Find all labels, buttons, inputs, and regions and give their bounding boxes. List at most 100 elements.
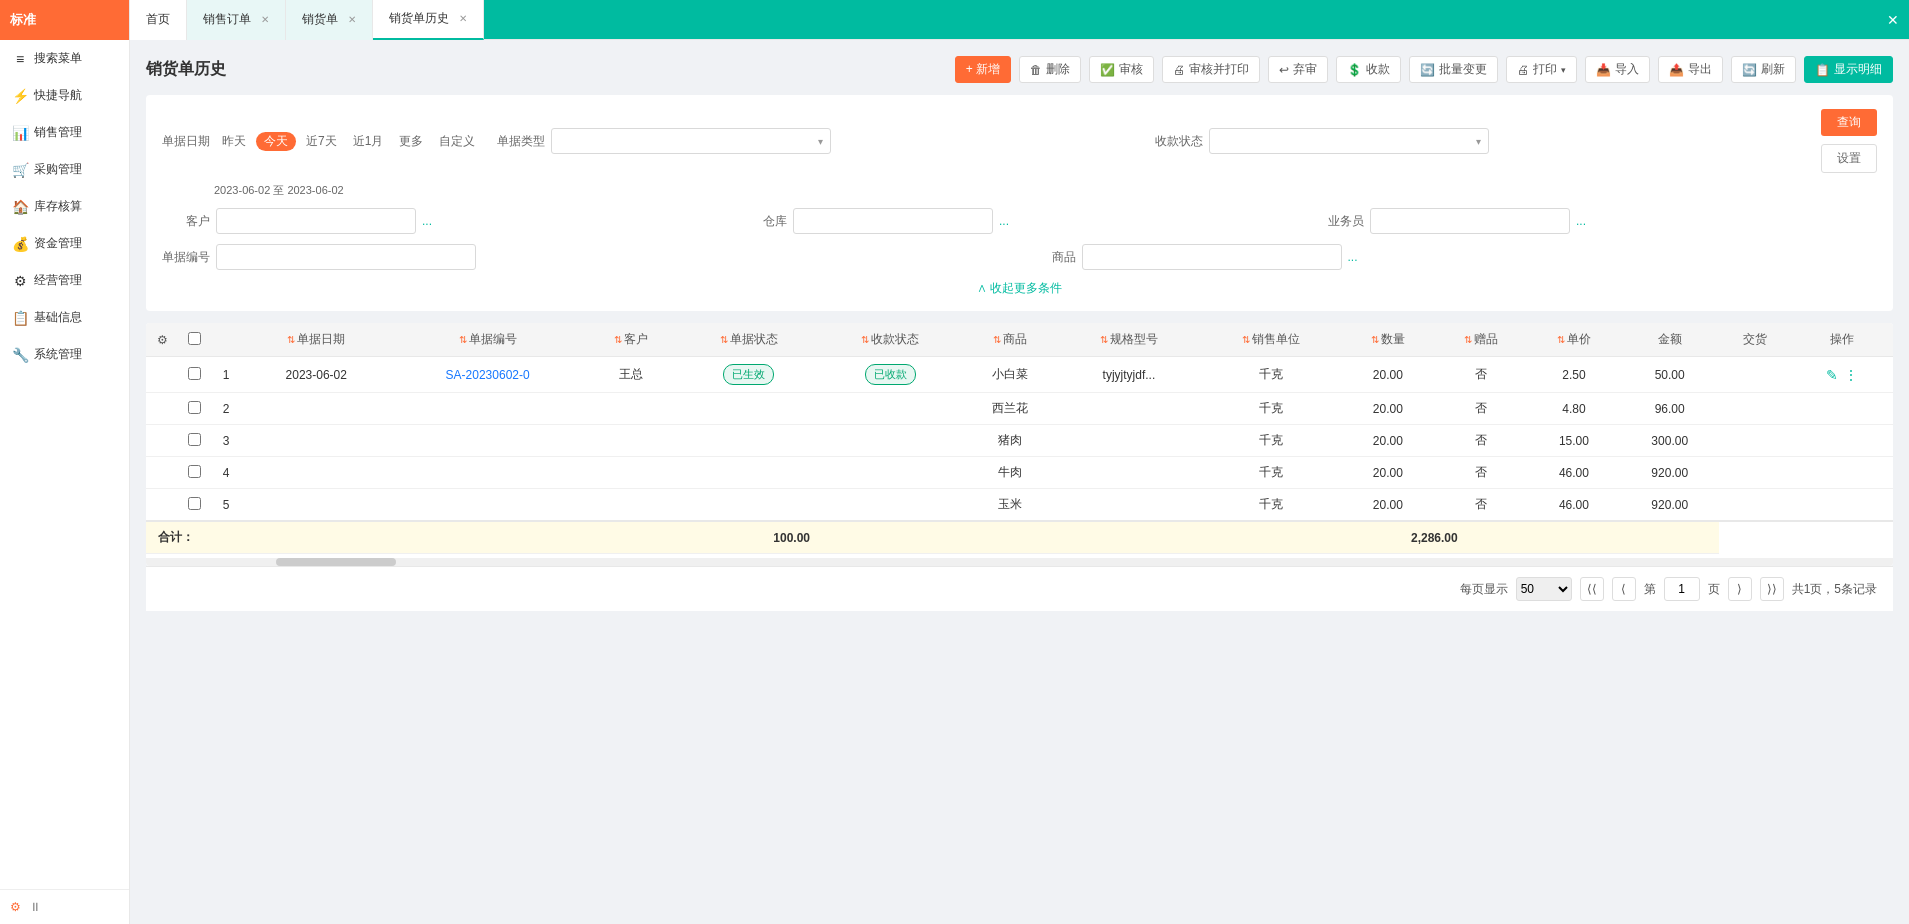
sidebar-item-inventory[interactable]: 🏠 库存核算 [0,188,129,225]
tab-close-sales-delivery[interactable]: ✕ [348,14,356,25]
warehouse-ellipsis[interactable]: ... [999,214,1009,228]
goods-cell: 西兰花 [961,393,1058,425]
doc-number-link[interactable]: SA-20230602-0 [446,368,530,382]
sidebar-bottom-icon2[interactable]: ⏸ [29,900,41,914]
tab-home[interactable]: 首页 [130,0,187,40]
delete-button[interactable]: 🗑 删除 [1019,56,1081,83]
customer-input[interactable] [216,208,416,234]
sidebar-bottom-icon1[interactable]: ⚙ [10,900,21,914]
doc-number-cell[interactable] [390,393,584,425]
sidebar-item-quick-nav[interactable]: ⚡ 快捷导航 [0,77,129,114]
horizontal-scrollbar[interactable] [146,558,1893,566]
export-button[interactable]: 📤 导出 [1658,56,1723,83]
col-doc-number[interactable]: ⇅单据编号 [390,323,584,357]
per-page-select[interactable]: 50 100 200 [1516,577,1572,601]
checkbox-cell[interactable] [178,357,210,393]
doc-number-cell[interactable] [390,425,584,457]
warehouse-input[interactable] [793,208,993,234]
next-page-button[interactable]: ⟩ [1728,577,1752,601]
doc-number-input[interactable] [216,244,476,270]
sidebar-item-operations-mgmt[interactable]: ⚙ 经营管理 [0,262,129,299]
date-btn-1month[interactable]: 近1月 [347,132,390,151]
collect-button[interactable]: 💲 收款 [1336,56,1401,83]
action-cell[interactable] [1792,489,1893,522]
tab-bar-close[interactable]: ✕ [1887,12,1909,28]
sidebar-item-search-menu[interactable]: ≡ 搜索菜单 [0,40,129,77]
checkbox-cell[interactable] [178,489,210,522]
prev-page-button[interactable]: ⟨ [1612,577,1636,601]
action-cell[interactable] [1792,457,1893,489]
col-gift[interactable]: ⇅赠品 [1434,323,1527,357]
collapse-link[interactable]: ∧ 收起更多条件 [162,280,1877,297]
row-checkbox[interactable] [188,465,201,478]
goods-ellipsis[interactable]: ... [1348,250,1358,264]
action-cell[interactable] [1792,425,1893,457]
col-collect-status[interactable]: ⇅收款状态 [819,323,961,357]
action-cell[interactable]: ✎⋮ [1792,357,1893,393]
col-doc-status[interactable]: ⇅单据状态 [678,323,820,357]
page-input[interactable] [1664,577,1700,601]
col-goods[interactable]: ⇅商品 [961,323,1058,357]
select-all-checkbox[interactable] [188,332,201,345]
doc-number-cell[interactable] [390,489,584,522]
col-settings[interactable]: ⚙ [146,323,178,357]
tab-label: 首页 [146,11,170,28]
row-checkbox[interactable] [188,433,201,446]
sidebar-item-sales-mgmt[interactable]: 📊 销售管理 [0,114,129,151]
tab-sales-delivery[interactable]: 销货单 ✕ [286,0,373,40]
new-button[interactable]: + 新增 [955,56,1011,83]
row-checkbox[interactable] [188,497,201,510]
date-btn-custom[interactable]: 自定义 [433,132,481,151]
import-button[interactable]: 📥 导入 [1585,56,1650,83]
col-customer[interactable]: ⇅客户 [585,323,678,357]
edit-icon[interactable]: ✎ [1826,367,1838,383]
salesperson-ellipsis[interactable]: ... [1576,214,1586,228]
checkbox-cell[interactable] [178,457,210,489]
settings-cell [146,489,178,522]
show-detail-button[interactable]: 📋 显示明细 [1804,56,1893,83]
query-button[interactable]: 查询 [1821,109,1877,136]
salesperson-input[interactable] [1370,208,1570,234]
doc-number-cell[interactable] [390,457,584,489]
more-icon[interactable]: ⋮ [1844,367,1858,383]
tab-sales-history[interactable]: 销货单历史 ✕ [373,0,484,40]
doc-status-cell [678,425,820,457]
tab-sales-order[interactable]: 销售订单 ✕ [187,0,286,40]
checkbox-cell[interactable] [178,393,210,425]
doc-type-select[interactable] [551,128,831,154]
date-btn-7days[interactable]: 近7天 [300,132,343,151]
sidebar-item-purchase-mgmt[interactable]: 🛒 采购管理 [0,151,129,188]
abandon-button[interactable]: ↩ 弃审 [1268,56,1328,83]
customer-ellipsis[interactable]: ... [422,214,432,228]
spec-cell [1058,425,1200,457]
col-doc-date[interactable]: ⇅单据日期 [242,323,390,357]
setting-button[interactable]: 设置 [1821,144,1877,173]
tab-close-sales-history[interactable]: ✕ [459,13,467,24]
collect-status-select[interactable] [1209,128,1489,154]
action-cell[interactable] [1792,393,1893,425]
row-checkbox[interactable] [188,367,201,380]
audit-print-button[interactable]: 🖨 审核并打印 [1162,56,1260,83]
sidebar-item-finance-mgmt[interactable]: 💰 资金管理 [0,225,129,262]
doc-number-cell[interactable]: SA-20230602-0 [390,357,584,393]
audit-button[interactable]: ✅ 审核 [1089,56,1154,83]
date-btn-more[interactable]: 更多 [393,132,429,151]
col-quantity[interactable]: ⇅数量 [1341,323,1434,357]
goods-input[interactable] [1082,244,1342,270]
date-btn-yesterday[interactable]: 昨天 [216,132,252,151]
table-scroll[interactable]: ⚙ ⇅单据日期 ⇅单据编号 ⇅客户 ⇅单据状态 ⇅收款状态 ⇅商品 ⇅规格型号 … [146,323,1893,554]
last-page-button[interactable]: ⟩⟩ [1760,577,1784,601]
refresh-button[interactable]: 🔄 刷新 [1731,56,1796,83]
col-unit-price[interactable]: ⇅单价 [1527,323,1620,357]
print-button[interactable]: 🖨 打印 ▾ [1506,56,1577,83]
first-page-button[interactable]: ⟨⟨ [1580,577,1604,601]
sidebar-item-system-mgmt[interactable]: 🔧 系统管理 [0,336,129,373]
batch-change-button[interactable]: 🔄 批量变更 [1409,56,1498,83]
checkbox-cell[interactable] [178,425,210,457]
sidebar-item-basic-info[interactable]: 📋 基础信息 [0,299,129,336]
tab-close-sales-order[interactable]: ✕ [261,14,269,25]
date-btn-today[interactable]: 今天 [256,132,296,151]
col-spec[interactable]: ⇅规格型号 [1058,323,1200,357]
col-sales-unit[interactable]: ⇅销售单位 [1200,323,1342,357]
row-checkbox[interactable] [188,401,201,414]
